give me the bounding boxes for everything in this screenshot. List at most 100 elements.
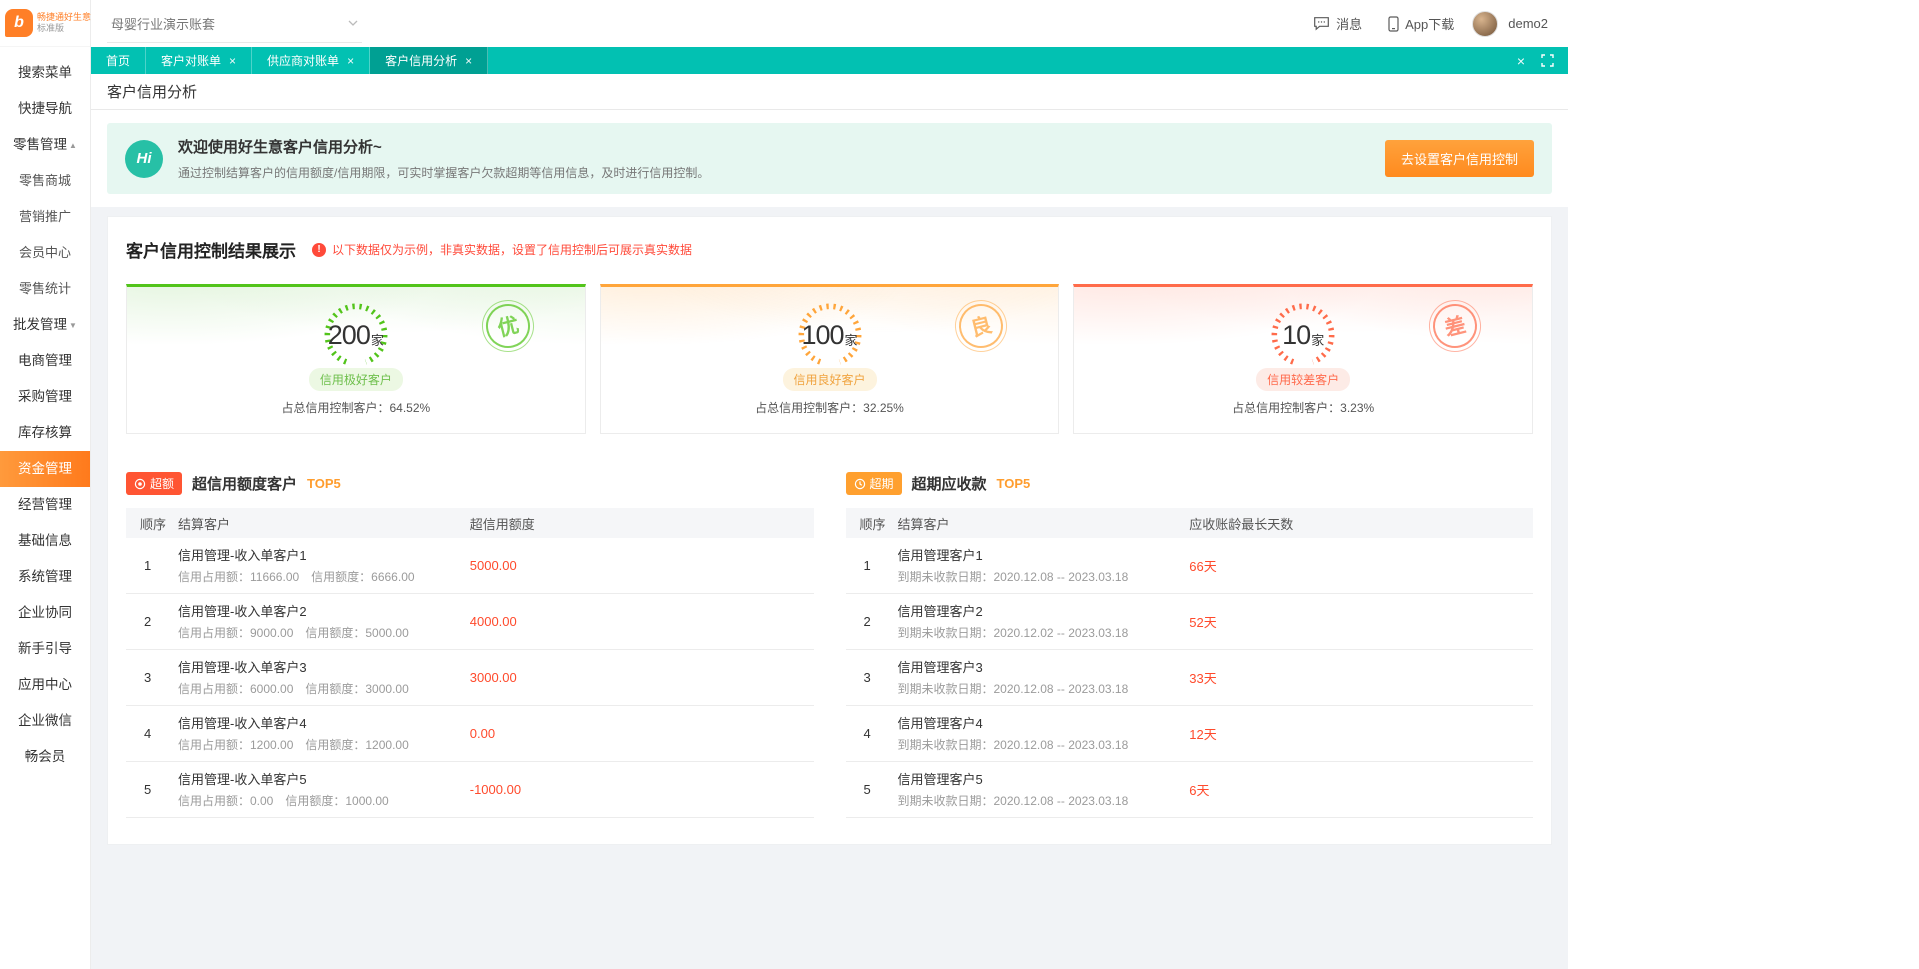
grade-stamp-icon: 优 <box>481 299 535 353</box>
table-header-row: 顺序 结算客户 超信用额度 <box>126 508 814 538</box>
credit-grade-badge: 信用良好客户 <box>782 368 877 391</box>
grade-stamp-icon: 良 <box>954 299 1009 353</box>
fullscreen-icon[interactable] <box>1541 54 1554 67</box>
over-credit-table: 超额 超信用额度客户 TOP5 顺序 结算客户 超信用额度 1 信用管理-收入单… <box>126 472 814 818</box>
table-row: 4 信用管理客户4 到期未收款日期：2020.12.08 -- 2023.03.1… <box>845 706 1533 762</box>
table-row: 3 信用管理-收入单客户3 信用占用额：6000.00 信用额度：3000.00 … <box>126 650 814 706</box>
close-icon[interactable]: × <box>465 55 472 67</box>
table-row: 2 信用管理客户2 到期未收款日期：2020.12.02 -- 2023.03.1… <box>845 594 1533 650</box>
close-icon[interactable]: × <box>347 55 354 67</box>
page-title: 客户信用分析 <box>107 84 198 101</box>
table-row: 1 信用管理客户1 到期未收款日期：2020.12.08 -- 2023.03.1… <box>845 538 1533 594</box>
credit-stat-cards: 200 家 信用极好客户 占总信用控制客户：64.52% 优 100 家 信用良… <box>126 284 1534 434</box>
app-window: b 畅捷通好生意 标准版 搜索菜单 快捷导航 零售管理 ▲ 零售商城 营销推广 会… <box>0 0 1568 969</box>
sidebar-item-retail-mgmt[interactable]: 零售管理 ▲ <box>0 127 90 163</box>
sidebar-item-enterprise-collab[interactable]: 企业协同 <box>0 595 90 631</box>
credit-grade-badge: 信用极好客户 <box>308 368 403 391</box>
overdue-receivables-table: 超期 超期应收款 TOP5 顺序 结算客户 应收账龄最长天数 1 信用管理客户1… <box>845 472 1533 818</box>
account-set-label: 母婴行业演示账套 <box>111 16 216 32</box>
credit-gauge-good: 100 家 <box>791 298 869 372</box>
sidebar-item-member-center[interactable]: 会员中心 <box>0 235 90 271</box>
page-content: Hi 欢迎使用好生意客户信用分析~ 通过控制结算客户的信用额度/信用期限，可实时… <box>91 110 1568 969</box>
table-row: 5 信用管理-收入单客户5 信用占用额：0.00 信用额度：1000.00 -10… <box>126 762 814 818</box>
sidebar-item-changmember[interactable]: 畅会员 <box>0 739 90 775</box>
app-download-label: App下载 <box>1405 17 1455 32</box>
stat-card-poor: 10 家 信用较差客户 占总信用控制客户：3.23% 差 <box>1073 284 1534 434</box>
sidebar-item-funds-mgmt[interactable]: 资金管理 <box>0 451 90 487</box>
customer-count: 10 <box>1282 319 1311 350</box>
sample-data-notice: ! 以下数据仅为示例，非真实数据，设置了信用控制后可展示真实数据 <box>312 241 692 258</box>
top5-label: TOP5 <box>307 476 341 491</box>
user-name[interactable]: demo2 <box>1508 16 1548 31</box>
section-title: 客户信用控制结果展示 <box>126 242 296 261</box>
table-title: 超信用额度客户 <box>192 476 298 493</box>
sidebar-item-quick-nav[interactable]: 快捷导航 <box>0 91 90 127</box>
sidebar-item-purchase-mgmt[interactable]: 采购管理 <box>0 379 90 415</box>
top-header: 母婴行业演示账套 消息 App下载 demo2 <box>91 0 1568 47</box>
table-row: 3 信用管理客户3 到期未收款日期：2020.12.08 -- 2023.03.1… <box>845 650 1533 706</box>
brand-name: 畅捷通好生意 <box>37 11 92 22</box>
top5-label: TOP5 <box>996 476 1031 491</box>
sidebar-item-app-center[interactable]: 应用中心 <box>0 667 90 703</box>
customer-count: 100 <box>801 319 844 350</box>
credit-gauge-poor: 10 家 <box>1264 298 1342 372</box>
edition-label: 标准版 <box>37 23 65 33</box>
account-set-dropdown[interactable]: 母婴行业演示账套 <box>107 5 362 43</box>
close-all-tabs-icon[interactable]: × <box>1517 54 1525 68</box>
welcome-section: Hi 欢迎使用好生意客户信用分析~ 通过控制结算客户的信用额度/信用期限，可实时… <box>91 110 1568 207</box>
tab-customer-statement[interactable]: 客户对账单 × <box>146 47 253 74</box>
sidebar-item-system-mgmt[interactable]: 系统管理 <box>0 559 90 595</box>
sidebar-item-base-info[interactable]: 基础信息 <box>0 523 90 559</box>
table-header-row: 顺序 结算客户 应收账龄最长天数 <box>845 508 1533 538</box>
grade-stamp-icon: 差 <box>1428 299 1482 353</box>
close-icon[interactable]: × <box>229 55 236 67</box>
setup-credit-control-button[interactable]: 去设置客户信用控制 <box>1384 140 1534 177</box>
warning-icon: ! <box>312 242 326 257</box>
sidebar-item-wecom[interactable]: 企业微信 <box>0 703 90 739</box>
chevron-down-icon: ▼ <box>69 321 77 330</box>
table-row: 2 信用管理-收入单客户2 信用占用额：9000.00 信用额度：5000.00 … <box>126 594 814 650</box>
sidebar-item-retail-stats[interactable]: 零售统计 <box>0 271 90 307</box>
sidebar-item-marketing[interactable]: 营销推广 <box>0 199 90 235</box>
logo-icon: b <box>5 9 33 37</box>
chevron-down-icon <box>348 20 358 26</box>
table-row: 4 信用管理-收入单客户4 信用占用额：1200.00 信用额度：1200.00 … <box>126 706 814 762</box>
sidebar-item-search-menu[interactable]: 搜索菜单 <box>0 55 90 91</box>
stat-card-excellent: 200 家 信用极好客户 占总信用控制客户：64.52% 优 <box>126 284 586 434</box>
table-row: 5 信用管理客户5 到期未收款日期：2020.12.08 -- 2023.03.1… <box>845 762 1533 818</box>
app-download-button[interactable]: App下载 <box>1380 14 1462 33</box>
screen: b 畅捷通好生意 标准版 搜索菜单 快捷导航 零售管理 ▲ 零售商城 营销推广 会… <box>0 0 1919 969</box>
main-area: 母婴行业演示账套 消息 App下载 demo2 首页 客户对账单 × 供应商对账… <box>91 0 1568 969</box>
messages-button[interactable]: 消息 <box>1305 14 1370 33</box>
avatar[interactable] <box>1472 10 1499 37</box>
sidebar-item-retail-mall[interactable]: 零售商城 <box>0 163 90 199</box>
table-row: 1 信用管理-收入单客户1 信用占用额：11666.00 信用额度：6666.00… <box>126 538 814 594</box>
tab-home[interactable]: 首页 <box>91 47 147 74</box>
sidebar-menu: 搜索菜单 快捷导航 零售管理 ▲ 零售商城 营销推广 会员中心 零售统计 批发管理… <box>0 47 90 969</box>
chevron-up-icon: ▲ <box>69 141 77 150</box>
sidebar-item-wholesale-mgmt[interactable]: 批发管理 ▼ <box>0 307 90 343</box>
percent-label: 占总信用控制客户：32.25% <box>755 401 904 415</box>
sidebar-item-ecommerce-mgmt[interactable]: 电商管理 <box>0 343 90 379</box>
clock-icon <box>854 478 865 489</box>
sidebar-item-operation-mgmt[interactable]: 经营管理 <box>0 487 90 523</box>
welcome-title: 欢迎使用好生意客户信用分析~ <box>178 139 382 156</box>
sidebar-item-inventory-accounting[interactable]: 库存核算 <box>0 415 90 451</box>
sidebar-item-beginner-guide[interactable]: 新手引导 <box>0 631 90 667</box>
welcome-banner: Hi 欢迎使用好生意客户信用分析~ 通过控制结算客户的信用额度/信用期限，可实时… <box>107 123 1552 194</box>
app-logo: b 畅捷通好生意 标准版 <box>0 0 92 47</box>
credit-result-card: 客户信用控制结果展示 ! 以下数据仅为示例，非真实数据，设置了信用控制后可展示真… <box>107 216 1552 845</box>
percent-label: 占总信用控制客户：64.52% <box>281 401 431 415</box>
overdue-badge: 超期 <box>845 472 902 495</box>
target-icon <box>134 478 146 489</box>
messages-label: 消息 <box>1336 17 1363 32</box>
message-icon <box>1314 17 1329 31</box>
page-title-bar: 客户信用分析 <box>91 74 1568 110</box>
tab-customer-credit-analysis[interactable]: 客户信用分析 × <box>370 47 489 74</box>
percent-label: 占总信用控制客户：3.23% <box>1232 401 1375 415</box>
sidebar: b 畅捷通好生意 标准版 搜索菜单 快捷导航 零售管理 ▲ 零售商城 营销推广 会… <box>0 0 91 969</box>
count-unit: 家 <box>844 333 858 348</box>
customer-count: 200 <box>327 319 371 350</box>
tab-supplier-statement[interactable]: 供应商对账单 × <box>252 47 371 74</box>
tab-bar-actions: × <box>1503 47 1568 74</box>
